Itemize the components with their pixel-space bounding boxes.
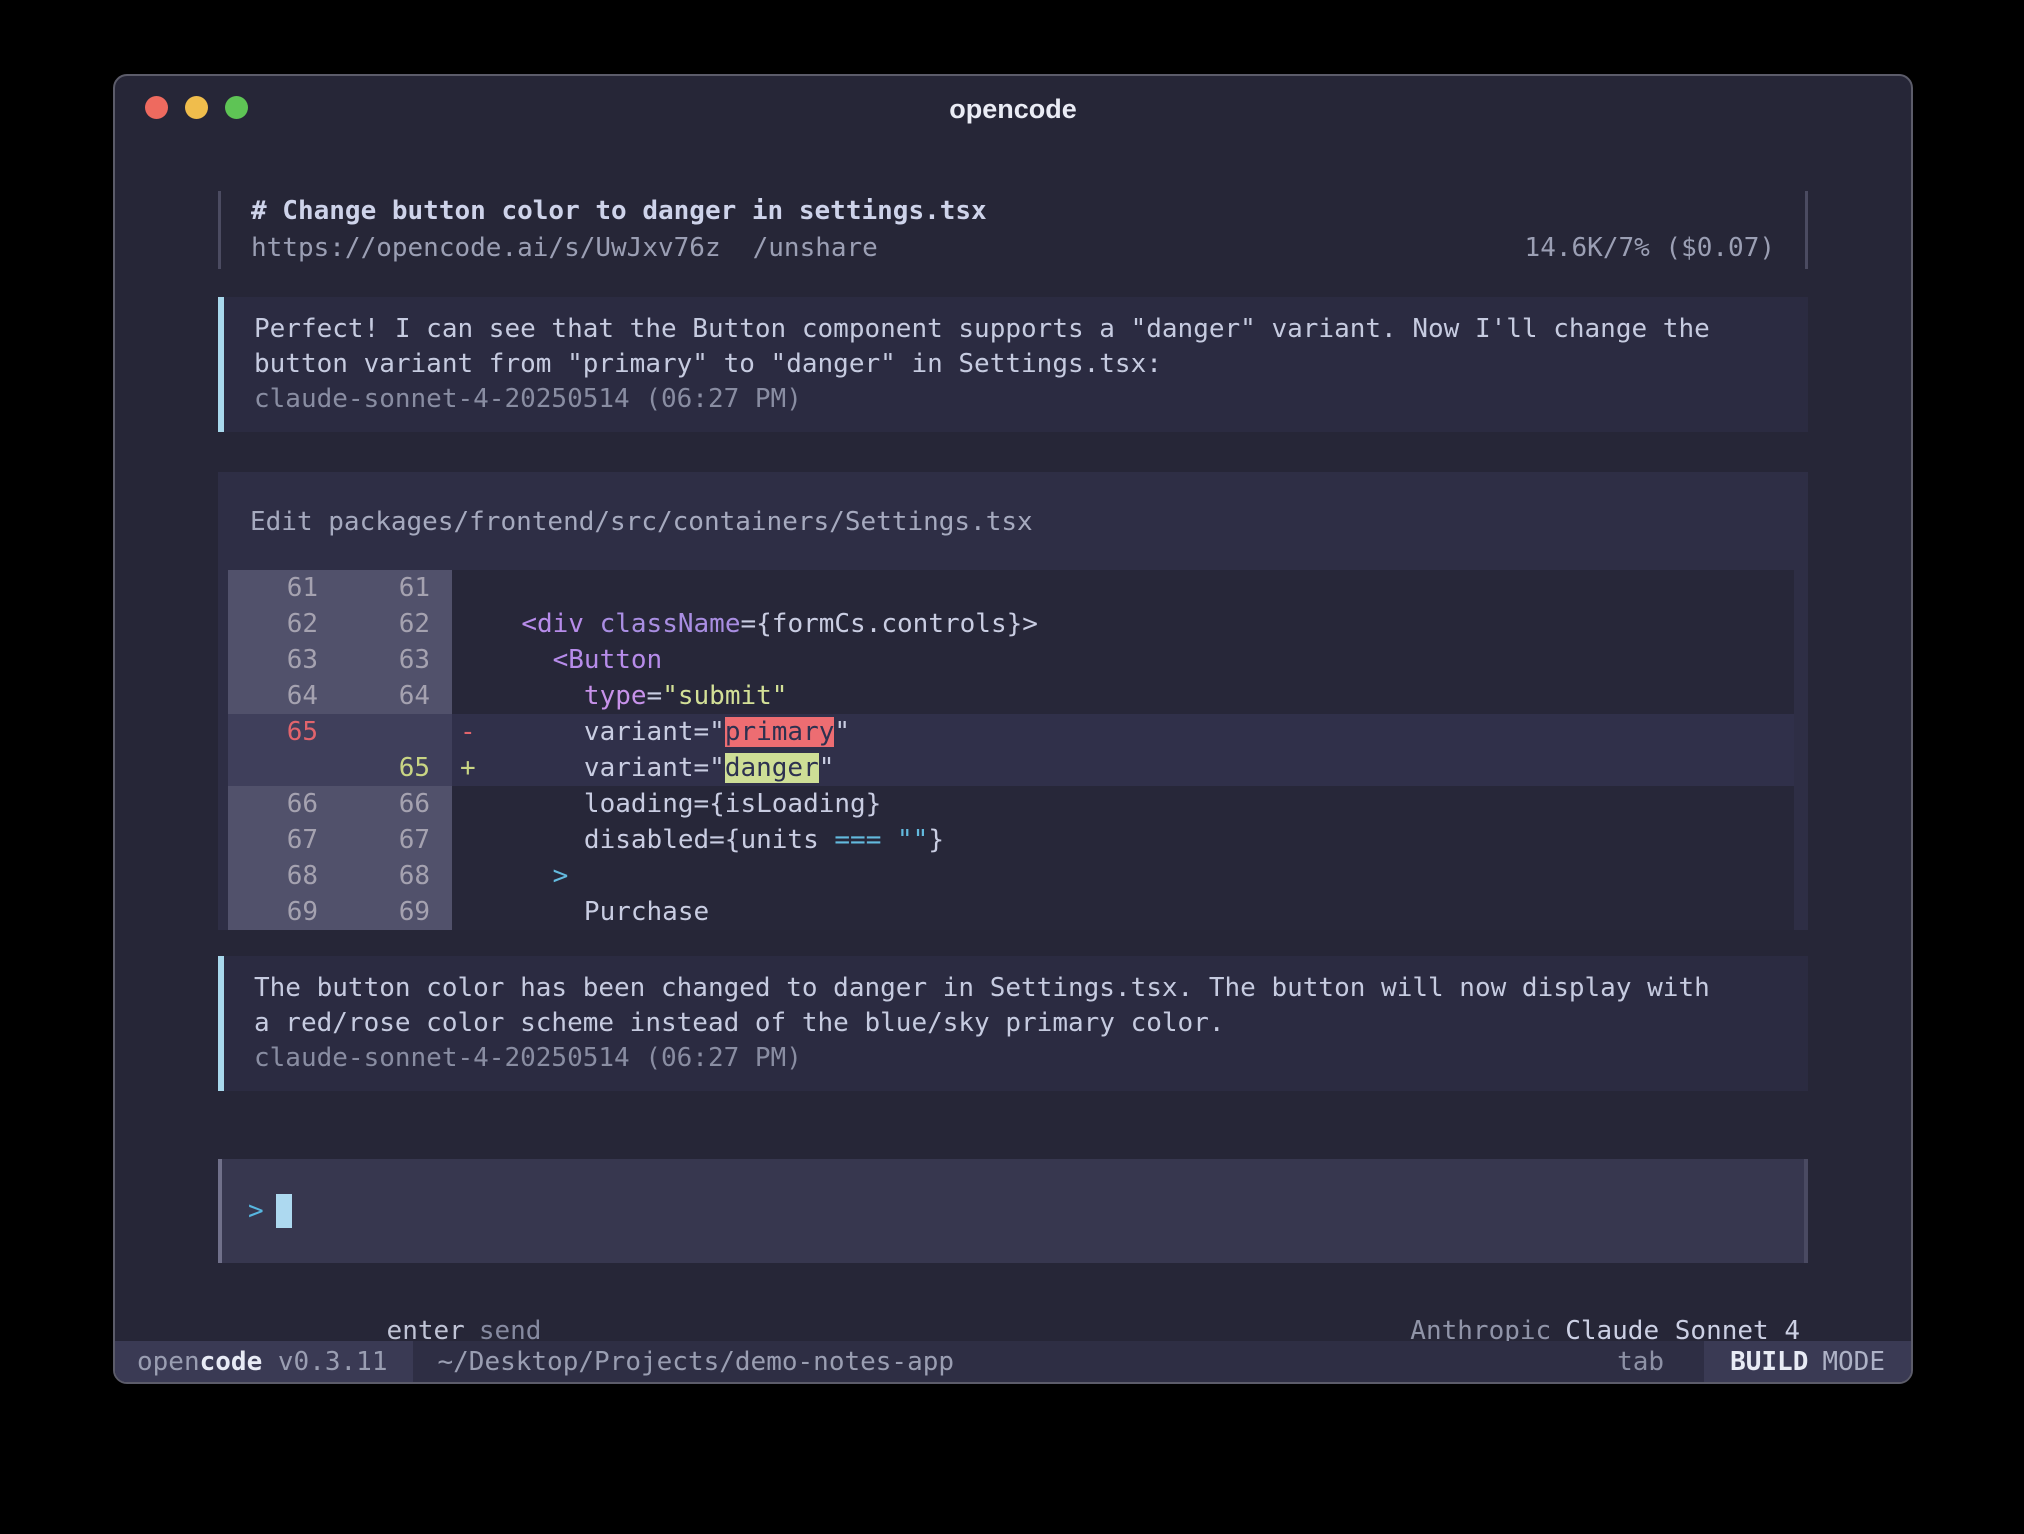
diff-row: 65+ variant="danger" — [228, 750, 1794, 786]
code-line: loading={isLoading} — [490, 786, 1794, 822]
diff-marker — [452, 678, 490, 714]
diff-marker — [452, 642, 490, 678]
code-line — [490, 570, 1794, 606]
app-name-suffix: code — [200, 1347, 263, 1377]
context-usage-stats: 14.6K/7% ($0.07) — [1525, 230, 1775, 267]
mode-label-rest: MODE — [1822, 1347, 1885, 1377]
diff-view: 61616262 <div className={formCs.controls… — [218, 570, 1808, 930]
line-number-new: 61 — [340, 570, 452, 606]
diff-marker — [452, 858, 490, 894]
line-number-new — [340, 714, 452, 750]
code-line: type="submit" — [490, 678, 1794, 714]
window-title: opencode — [115, 76, 1911, 138]
line-number-old: 66 — [228, 786, 340, 822]
code-line: <div className={formCs.controls}> — [490, 606, 1794, 642]
message-text-line: The button color has been changed to dan… — [254, 971, 1808, 1006]
line-number-new: 62 — [340, 606, 452, 642]
window-titlebar: opencode — [115, 76, 1911, 138]
code-line: disabled={units === ""} — [490, 822, 1794, 858]
diff-row: 6666 loading={isLoading} — [228, 786, 1794, 822]
app-name-prefix: open — [137, 1347, 200, 1377]
line-number-old — [228, 750, 340, 786]
opencode-terminal-window: opencode # Change button color to danger… — [113, 74, 1913, 1384]
app-version: v0.3.11 — [262, 1347, 387, 1377]
line-number-new: 63 — [340, 642, 452, 678]
message-text-line: button variant from "primary" to "danger… — [254, 347, 1808, 382]
line-number-old: 69 — [228, 894, 340, 930]
assistant-message: The button color has been changed to dan… — [218, 956, 1808, 1091]
mode-label-bold: BUILD — [1730, 1347, 1808, 1377]
line-number-new: 67 — [340, 822, 452, 858]
prompt-caret-icon: > — [248, 1193, 264, 1229]
diff-row: 6767 disabled={units === ""} — [228, 822, 1794, 858]
diff-row: 65 - variant="primary" — [228, 714, 1794, 750]
line-number-old: 64 — [228, 678, 340, 714]
message-meta: claude-sonnet-4-20250514 (06:27 PM) — [254, 1041, 1808, 1076]
app-version-chip: opencode v0.3.11 — [115, 1341, 413, 1382]
code-line: variant="danger" — [490, 750, 1794, 786]
session-header-meta-row: https://opencode.ai/s/UwJxv76z /unshare … — [251, 230, 1775, 267]
message-text-line: Perfect! I can see that the Button compo… — [254, 312, 1808, 347]
session-title: # Change button color to danger in setti… — [251, 193, 1775, 230]
edit-tool-title: Edit packages/frontend/src/containers/Se… — [218, 472, 1808, 570]
line-number-old: 63 — [228, 642, 340, 678]
diff-marker: + — [452, 750, 490, 786]
session-view: # Change button color to danger in setti… — [115, 191, 1911, 1385]
line-number-old: 68 — [228, 858, 340, 894]
diff-marker — [452, 822, 490, 858]
diff-marker — [452, 894, 490, 930]
line-number-new: 66 — [340, 786, 452, 822]
tab-key-hint[interactable]: tab — [1617, 1347, 1664, 1377]
mode-chip: BUILD MODE — [1704, 1341, 1911, 1382]
text-cursor — [276, 1194, 292, 1228]
diff-row: 6969 Purchase — [228, 894, 1794, 930]
status-bar-right: tab BUILD MODE — [1617, 1341, 1911, 1382]
desktop-background: opencode # Change button color to danger… — [0, 0, 2024, 1534]
code-line: > — [490, 858, 1794, 894]
line-number-old: 61 — [228, 570, 340, 606]
diff-marker: - — [452, 714, 490, 750]
edit-tool-card: Edit packages/frontend/src/containers/Se… — [218, 472, 1808, 930]
line-number-new: 68 — [340, 858, 452, 894]
diff-row: 6161 — [228, 570, 1794, 606]
share-url-link[interactable]: https://opencode.ai/s/UwJxv76z — [251, 230, 721, 267]
line-number-new: 65 — [340, 750, 452, 786]
assistant-message: Perfect! I can see that the Button compo… — [218, 297, 1808, 432]
status-bar: opencode v0.3.11 ~/Desktop/Projects/demo… — [115, 1341, 1911, 1382]
prompt-input[interactable]: > — [218, 1159, 1808, 1263]
diff-row: 6363 <Button — [228, 642, 1794, 678]
unshare-command[interactable]: /unshare — [753, 230, 878, 267]
diff-row: 6868 > — [228, 858, 1794, 894]
code-line: <Button — [490, 642, 1794, 678]
diff-marker — [452, 606, 490, 642]
session-header: # Change button color to danger in setti… — [218, 191, 1808, 269]
line-number-old: 67 — [228, 822, 340, 858]
diff-row: 6464 type="submit" — [228, 678, 1794, 714]
line-number-old: 62 — [228, 606, 340, 642]
message-text-line: a red/rose color scheme instead of the b… — [254, 1006, 1808, 1041]
line-number-new: 69 — [340, 894, 452, 930]
diff-row: 6262 <div className={formCs.controls}> — [228, 606, 1794, 642]
diff-marker — [452, 570, 490, 606]
message-meta: claude-sonnet-4-20250514 (06:27 PM) — [254, 382, 1808, 417]
line-number-old: 65 — [228, 714, 340, 750]
working-directory: ~/Desktop/Projects/demo-notes-app — [437, 1347, 954, 1377]
diff-marker — [452, 786, 490, 822]
code-line: Purchase — [490, 894, 1794, 930]
line-number-new: 64 — [340, 678, 452, 714]
code-line: variant="primary" — [490, 714, 1794, 750]
